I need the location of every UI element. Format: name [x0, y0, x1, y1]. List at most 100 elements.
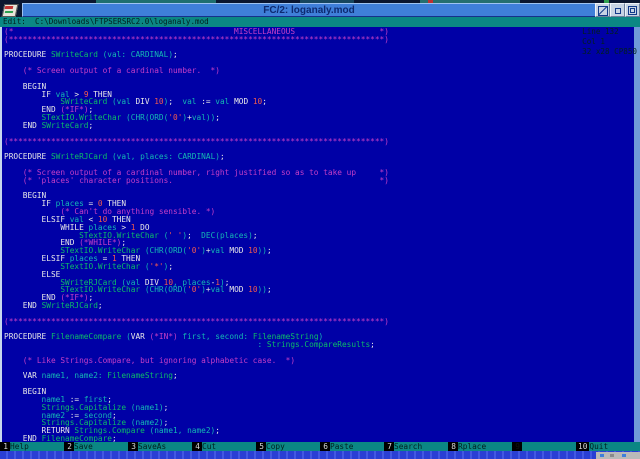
minimize-icon — [615, 8, 621, 14]
code-token: (***************************************… — [4, 316, 389, 326]
code-token: '0' — [168, 113, 183, 123]
fkey-4-cut[interactable]: 4 Cut — [192, 442, 256, 451]
fkey-label: Quit — [589, 442, 609, 451]
code-line[interactable] — [4, 185, 634, 193]
code-token: val — [215, 97, 235, 107]
code-token: (* 'places' character positions. *) — [4, 175, 389, 185]
code-token: FilenameCompare — [41, 434, 112, 442]
code-line[interactable]: SWriteCard (val DIV 10); val := val MOD … — [4, 98, 634, 106]
code-token: ; — [163, 402, 169, 412]
code-line[interactable]: STextIO.WriteChar (CHR(ORD('0')+val)); — [4, 114, 634, 122]
background-window-fragment — [96, 0, 216, 3]
code-token: END — [4, 300, 42, 310]
code-token: SWriteCard — [50, 50, 98, 60]
code-token: ; — [262, 97, 267, 107]
code-line[interactable] — [4, 380, 634, 388]
charcode-codepage-indicator: 32 x28 CP850 — [582, 47, 637, 56]
fkey-number: 9 — [512, 442, 522, 451]
fkey-number: 6 — [320, 442, 330, 451]
code-token: (val: CARDINAL) — [97, 50, 174, 60]
code-line[interactable]: STextIO.WriteChar (CHR(ORD('0')+val MOD … — [4, 286, 634, 294]
fkey-3-saveas[interactable]: 3 SaveAs — [128, 442, 192, 451]
corner-decoration — [610, 454, 614, 457]
code-token: ; — [173, 50, 178, 60]
fkey-2-save[interactable]: 2 Save — [64, 442, 128, 451]
code-token: (name1, name2) — [144, 426, 216, 436]
code-line[interactable]: END SWriteRJCard; — [4, 302, 634, 310]
column-indicator: Col 1 — [582, 37, 605, 46]
fkey-9[interactable]: 9 — [512, 442, 576, 451]
code-line[interactable]: (***************************************… — [4, 136, 634, 146]
fkey-10-quit[interactable]: 10 Quit — [576, 442, 640, 451]
code-token: VAR — [4, 371, 42, 381]
fkey-number: 5 — [256, 442, 266, 451]
fkey-number: 7 — [384, 442, 394, 451]
fkey-8-rplace[interactable]: 8 Rplace — [448, 442, 512, 451]
code-token: DIV — [135, 97, 155, 107]
maximize-button[interactable] — [625, 3, 640, 17]
code-token: 10 — [252, 97, 263, 107]
code-token: FilenameString — [107, 371, 173, 381]
code-line[interactable]: STextIO.WriteChar ('*'); — [4, 261, 634, 271]
file-path: Edit: C:\Downloads\FTPSERSRC2.0\loganaly… — [3, 17, 209, 26]
code-token: 10 — [154, 97, 164, 107]
code-token: val — [210, 246, 230, 256]
code-token: ; — [266, 246, 272, 256]
code-token: : — [4, 340, 267, 350]
code-token: val)) — [191, 113, 216, 123]
code-line[interactable]: VAR name1, name2: FilenameString; — [4, 372, 634, 380]
fkey-label: Save — [74, 442, 93, 451]
fkey-number: 8 — [448, 442, 458, 451]
code-line[interactable]: (* 'places' character positions. *) — [4, 175, 634, 185]
code-token: ; — [168, 261, 174, 271]
window-resize-corner[interactable] — [596, 452, 640, 459]
fkey-number: 10 — [576, 442, 590, 451]
code-token: ; — [111, 434, 117, 442]
code-token: val — [173, 97, 202, 107]
code-token: SWriteRJCard — [50, 152, 108, 162]
fkey-5-copy[interactable]: 5 Copy — [256, 442, 320, 451]
code-token: MOD — [234, 97, 253, 107]
code-line[interactable]: PROCEDURE SWriteRJCard (val, places: CAR… — [4, 153, 634, 161]
maximize-icon — [628, 6, 637, 15]
editor-code: (* MISCELLANEOUS *) (********************… — [2, 27, 634, 442]
minimize-button[interactable] — [610, 3, 625, 17]
fkey-7-search[interactable]: 7 Search — [384, 442, 448, 451]
hide-button[interactable] — [595, 3, 610, 17]
fkey-1-help[interactable]: 1 Help — [0, 442, 64, 451]
code-token: (***************************************… — [4, 34, 389, 44]
code-token: END — [4, 434, 42, 442]
code-token: (name1) — [126, 402, 164, 412]
corner-decoration — [600, 454, 604, 457]
code-token: := — [201, 97, 216, 107]
code-line[interactable]: END SWriteCard; — [4, 122, 634, 130]
system-menu-icon[interactable] — [0, 3, 22, 17]
code-token: ' ' — [168, 230, 183, 240]
editor-area[interactable]: (* MISCELLANEOUS *) (********************… — [0, 27, 640, 442]
code-token: (* Screen output of a cardinal number. *… — [4, 66, 220, 76]
window-titlebar[interactable]: FC/2: loganaly.mod — [22, 3, 595, 17]
code-token: MOD — [229, 285, 249, 295]
code-token: (***************************************… — [4, 136, 389, 146]
window-bottom-border — [0, 451, 640, 459]
fkey-6-paste[interactable]: 6 Paste — [320, 442, 384, 451]
code-token: )) — [257, 246, 267, 256]
code-line[interactable]: (* Like Strings.Compare, but ignoring al… — [4, 356, 634, 365]
fkey-label — [522, 442, 576, 451]
code-line[interactable]: (* Screen output of a cardinal number. *… — [4, 67, 634, 75]
fkey-label: Help — [10, 442, 29, 451]
fkey-label: Cut — [202, 442, 217, 451]
fkey-number: 1 — [0, 442, 10, 451]
code-token: ; — [266, 285, 272, 295]
code-line[interactable]: : Strings.CompareResults; — [4, 341, 634, 349]
code-line[interactable]: (***************************************… — [4, 316, 634, 326]
desktop-background-strip — [0, 0, 640, 3]
code-line[interactable]: END FilenameCompare; — [4, 435, 634, 442]
code-line[interactable] — [4, 75, 634, 83]
program-icon-green-stripe — [4, 11, 14, 13]
program-icon-red-stripe — [4, 6, 14, 9]
code-token: 10 — [248, 285, 258, 295]
window-title: FC/2: loganaly.mod — [263, 4, 355, 16]
function-key-bar: 1 Help 2 Save 3 SaveAs 4 Cut 5 Copy 6 Paste 7 Search 8… — [0, 442, 640, 451]
code-token: (val, places: CARDINAL) — [107, 152, 220, 162]
